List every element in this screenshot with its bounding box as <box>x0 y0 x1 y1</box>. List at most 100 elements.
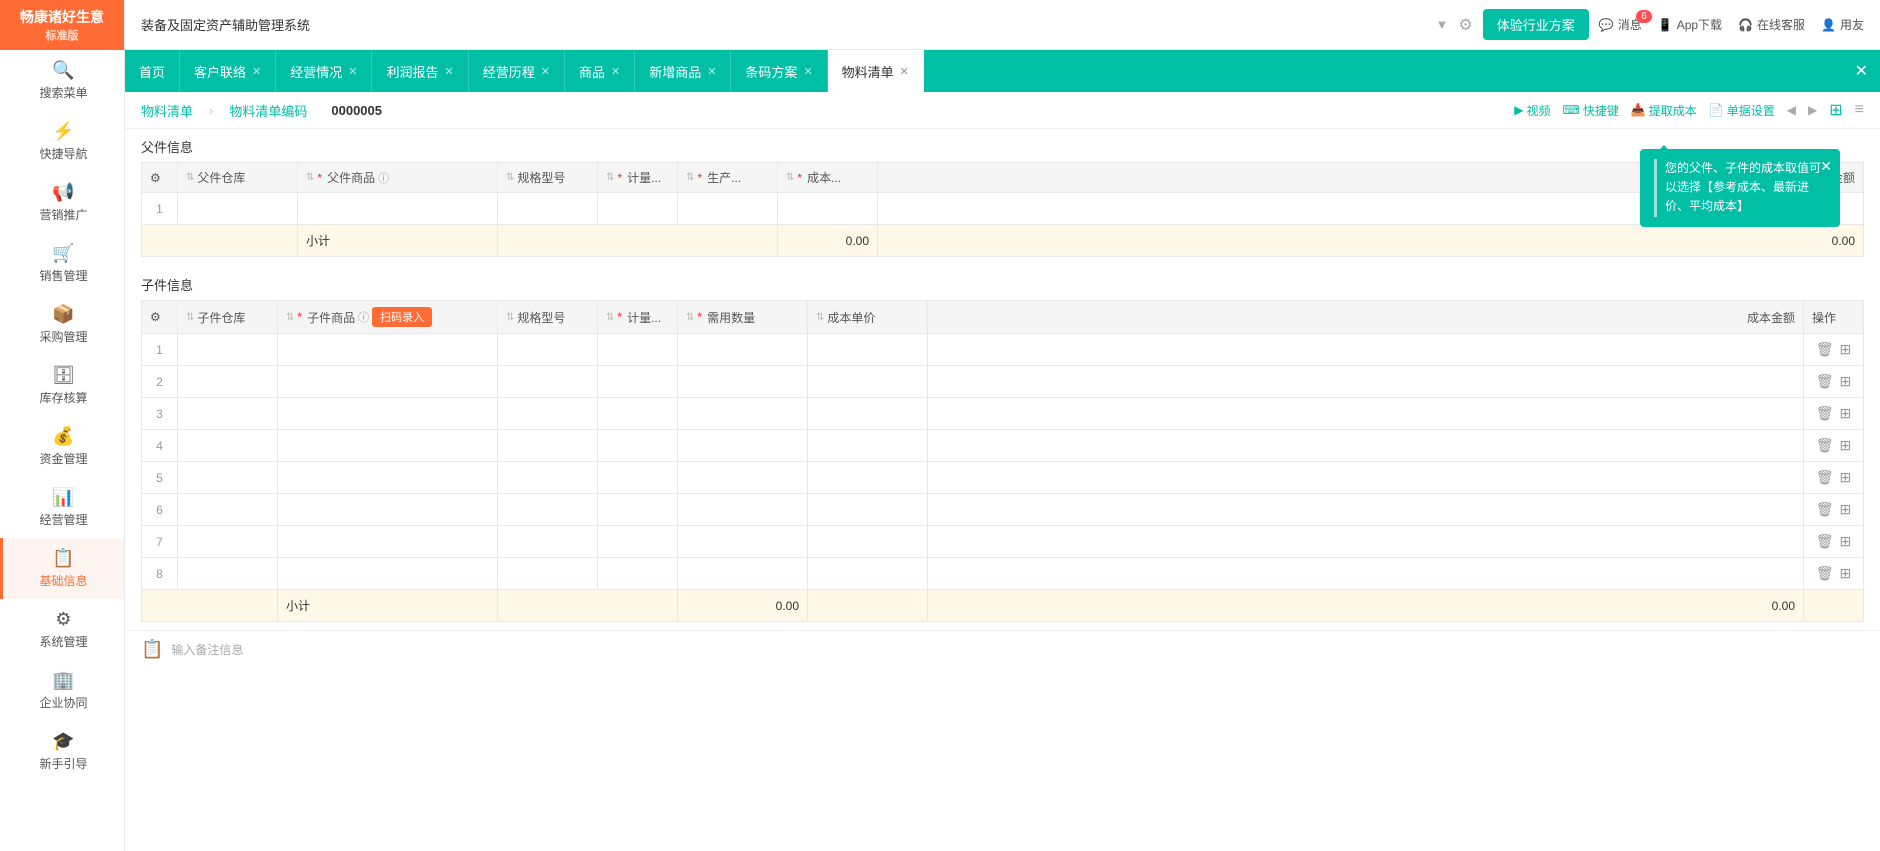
nav-tabs: 首页客户联络✕经营情况✕利润报告✕经营历程✕商品✕新增商品✕条码方案✕物料清单✕… <box>125 50 1880 92</box>
tab-label: 利润报告 <box>386 62 438 81</box>
bottom-text: 输入备注信息 <box>171 641 243 658</box>
parent-section: 父件信息 ⚙ ⇅父件仓库 ⇅*父件商品ⓘ ⇅规格型号 ⇅*计量... ⇅*生产.… <box>125 129 1880 257</box>
delete-icon-row-3[interactable]: 🗑 <box>1816 405 1834 422</box>
copy-icon-row-2[interactable]: ⊞ <box>1840 373 1852 390</box>
topbar-dropdown-arrow[interactable]: ▼ <box>1436 17 1449 32</box>
sidebar-item-finance[interactable]: 💰资金管理 <box>0 416 124 477</box>
system-icon: ⚙ <box>55 609 71 630</box>
tab-close-icon[interactable]: ✕ <box>445 65 454 78</box>
child-subtotal-label: 小计 <box>278 590 498 622</box>
purchase-icon: 📦 <box>52 304 74 325</box>
nav-tab-经营历程[interactable]: 经营历程 ✕ <box>469 50 565 92</box>
nav-next[interactable]: ▶ <box>1808 103 1817 117</box>
enterprise-icon: 🏢 <box>52 670 74 691</box>
grid-view-icon[interactable]: ⊞ <box>1829 100 1842 120</box>
copy-icon-row-6[interactable]: ⊞ <box>1840 501 1852 518</box>
sidebar-item-quick-nav[interactable]: ⚡快捷导航 <box>0 111 124 172</box>
copy-icon-row-7[interactable]: ⊞ <box>1840 533 1852 550</box>
sidebar-label-operation: 经营管理 <box>39 511 87 528</box>
bill-settings-action[interactable]: 📄 单据设置 <box>1709 102 1775 119</box>
tab-close-icon[interactable]: ✕ <box>348 65 357 78</box>
extract-cost-action[interactable]: 📥 提取成本 <box>1631 102 1697 119</box>
parent-col-cost: ⇅*成本... <box>778 163 878 193</box>
app-logo-line1: 畅康诸好生意 <box>20 7 104 27</box>
delete-icon-row-8[interactable]: 🗑 <box>1816 565 1834 582</box>
message-icon-item[interactable]: 💬 6 消息 <box>1599 16 1642 33</box>
sidebar-label-quick-nav: 快捷导航 <box>39 145 87 162</box>
nav-tab-商品[interactable]: 商品✕ <box>565 50 635 92</box>
inventory-icon: 🗄 <box>52 365 75 386</box>
child-col-product: ⇅ * 子件商品 ⓘ 扫码录入 <box>278 301 498 334</box>
shortcut-action[interactable]: ⌨ 快捷键 <box>1563 102 1619 119</box>
child-row-4: 4 🗑 ⊞ <box>142 430 1864 462</box>
child-col-spec: ⇅规格型号 <box>498 301 598 334</box>
parent-col-warehouse: ⇅父件仓库 <box>178 163 298 193</box>
settings-icon[interactable]: ⚙ <box>1458 15 1472 35</box>
nav-tab-首页[interactable]: 首页 <box>125 50 180 92</box>
bottom-bar: 📋 输入备注信息 <box>125 630 1880 668</box>
tab-close-icon[interactable]: ✕ <box>803 65 812 78</box>
copy-icon-row-4[interactable]: ⊞ <box>1840 437 1852 454</box>
tab-close-icon[interactable]: ✕ <box>541 65 550 78</box>
child-col-settings[interactable]: ⚙ <box>142 301 178 334</box>
breadcrumb-item-2[interactable]: 物料清单编码 <box>229 101 307 120</box>
sidebar-label-inventory: 库存核算 <box>39 389 87 406</box>
tab-close-icon[interactable]: ✕ <box>252 65 261 78</box>
breadcrumb-bar: 物料清单 › 物料清单编码 0000005 ▶ 视频 ⌨ 快捷键 📥 提取成本 … <box>125 92 1880 129</box>
sidebar-item-marketing[interactable]: 📢营销推广 <box>0 172 124 233</box>
scan-input-btn[interactable]: 扫码录入 <box>372 307 432 327</box>
nav-tab-利润报告[interactable]: 利润报告 ✕ <box>372 50 468 92</box>
nav-tab-新增商品[interactable]: 新增商品✕ <box>635 50 731 92</box>
delete-icon-row-4[interactable]: 🗑 <box>1816 437 1834 454</box>
sidebar-item-operation[interactable]: 📊经营管理 <box>0 477 124 538</box>
trial-button[interactable]: 体验行业方案 <box>1483 9 1589 40</box>
list-view-icon[interactable]: ≡ <box>1855 101 1864 119</box>
parent-col-settings[interactable]: ⚙ <box>142 163 178 193</box>
user-icon: 👤 <box>1821 18 1836 32</box>
user-item[interactable]: 👤 用友 <box>1821 16 1864 33</box>
topbar-icons: 💬 6 消息 📱 App下载 🎧 在线客服 👤 用友 <box>1599 16 1864 33</box>
online-service-label: 在线客服 <box>1757 16 1805 33</box>
sidebar-item-enterprise[interactable]: 🏢企业协同 <box>0 660 124 721</box>
nav-tab-客户联络[interactable]: 客户联络✕ <box>180 50 276 92</box>
nav-prev[interactable]: ◀ <box>1787 103 1796 117</box>
delete-icon-row-2[interactable]: 🗑 <box>1816 373 1834 390</box>
tab-close-icon[interactable]: ✕ <box>611 65 620 78</box>
online-service-item[interactable]: 🎧 在线客服 <box>1738 16 1805 33</box>
breadcrumb-item-1[interactable]: 物料清单 <box>141 101 193 120</box>
tooltip-close-btn[interactable]: ✕ <box>1820 155 1832 177</box>
tab-close-icon[interactable]: ✕ <box>900 65 909 78</box>
child-table: ⚙ ⇅子件仓库 ⇅ * 子件商品 ⓘ 扫码录入 <box>141 300 1864 622</box>
copy-icon-row-1[interactable]: ⊞ <box>1840 341 1852 358</box>
parent-col-spec: ⇅规格型号 <box>498 163 598 193</box>
video-action[interactable]: ▶ 视频 <box>1514 102 1550 119</box>
sidebar-item-newbie[interactable]: 🎓新手引导 <box>0 721 124 782</box>
tab-close-icon[interactable]: ✕ <box>707 65 716 78</box>
delete-icon-row-7[interactable]: 🗑 <box>1816 533 1834 550</box>
app-download-item[interactable]: 📱 App下载 <box>1658 16 1722 33</box>
tabs-close-all[interactable]: ✕ <box>1843 61 1880 81</box>
delete-icon-row-1[interactable]: 🗑 <box>1816 341 1834 358</box>
sidebar-item-system[interactable]: ⚙系统管理 <box>0 599 124 660</box>
sidebar-item-search[interactable]: 🔍搜索菜单 <box>0 50 124 111</box>
tab-label: 物料清单 <box>842 62 894 81</box>
sidebar-label-finance: 资金管理 <box>39 450 87 467</box>
child-col-actions: 操作 <box>1804 301 1864 334</box>
sidebar: 畅康诸好生意 标准版 🔍搜索菜单⚡快捷导航📢营销推广🛒销售管理📦采购管理🗄库存核… <box>0 0 125 851</box>
nav-tab-物料清单[interactable]: 物料清单 ✕ <box>828 50 924 92</box>
copy-icon-row-5[interactable]: ⊞ <box>1840 469 1852 486</box>
tab-label: 经营历程 <box>483 62 535 81</box>
parent-subtotal-value1: 0.00 <box>778 225 878 257</box>
copy-icon-row-8[interactable]: ⊞ <box>1840 565 1852 582</box>
parent-subtotal-label: 小计 <box>298 225 498 257</box>
nav-tab-经营情况[interactable]: 经营情况✕ <box>276 50 372 92</box>
sidebar-item-inventory[interactable]: 🗄 库存核算 <box>0 355 124 416</box>
sidebar-item-basic-info[interactable]: 📋基础信息 <box>0 538 124 599</box>
delete-icon-row-5[interactable]: 🗑 <box>1816 469 1834 486</box>
copy-icon-row-3[interactable]: ⊞ <box>1840 405 1852 422</box>
sidebar-label-marketing: 营销推广 <box>39 206 87 223</box>
delete-icon-row-6[interactable]: 🗑 <box>1816 501 1834 518</box>
nav-tab-条码方案[interactable]: 条码方案✕ <box>731 50 827 92</box>
sidebar-item-purchase[interactable]: 📦采购管理 <box>0 294 124 355</box>
sidebar-item-sales[interactable]: 🛒销售管理 <box>0 233 124 294</box>
